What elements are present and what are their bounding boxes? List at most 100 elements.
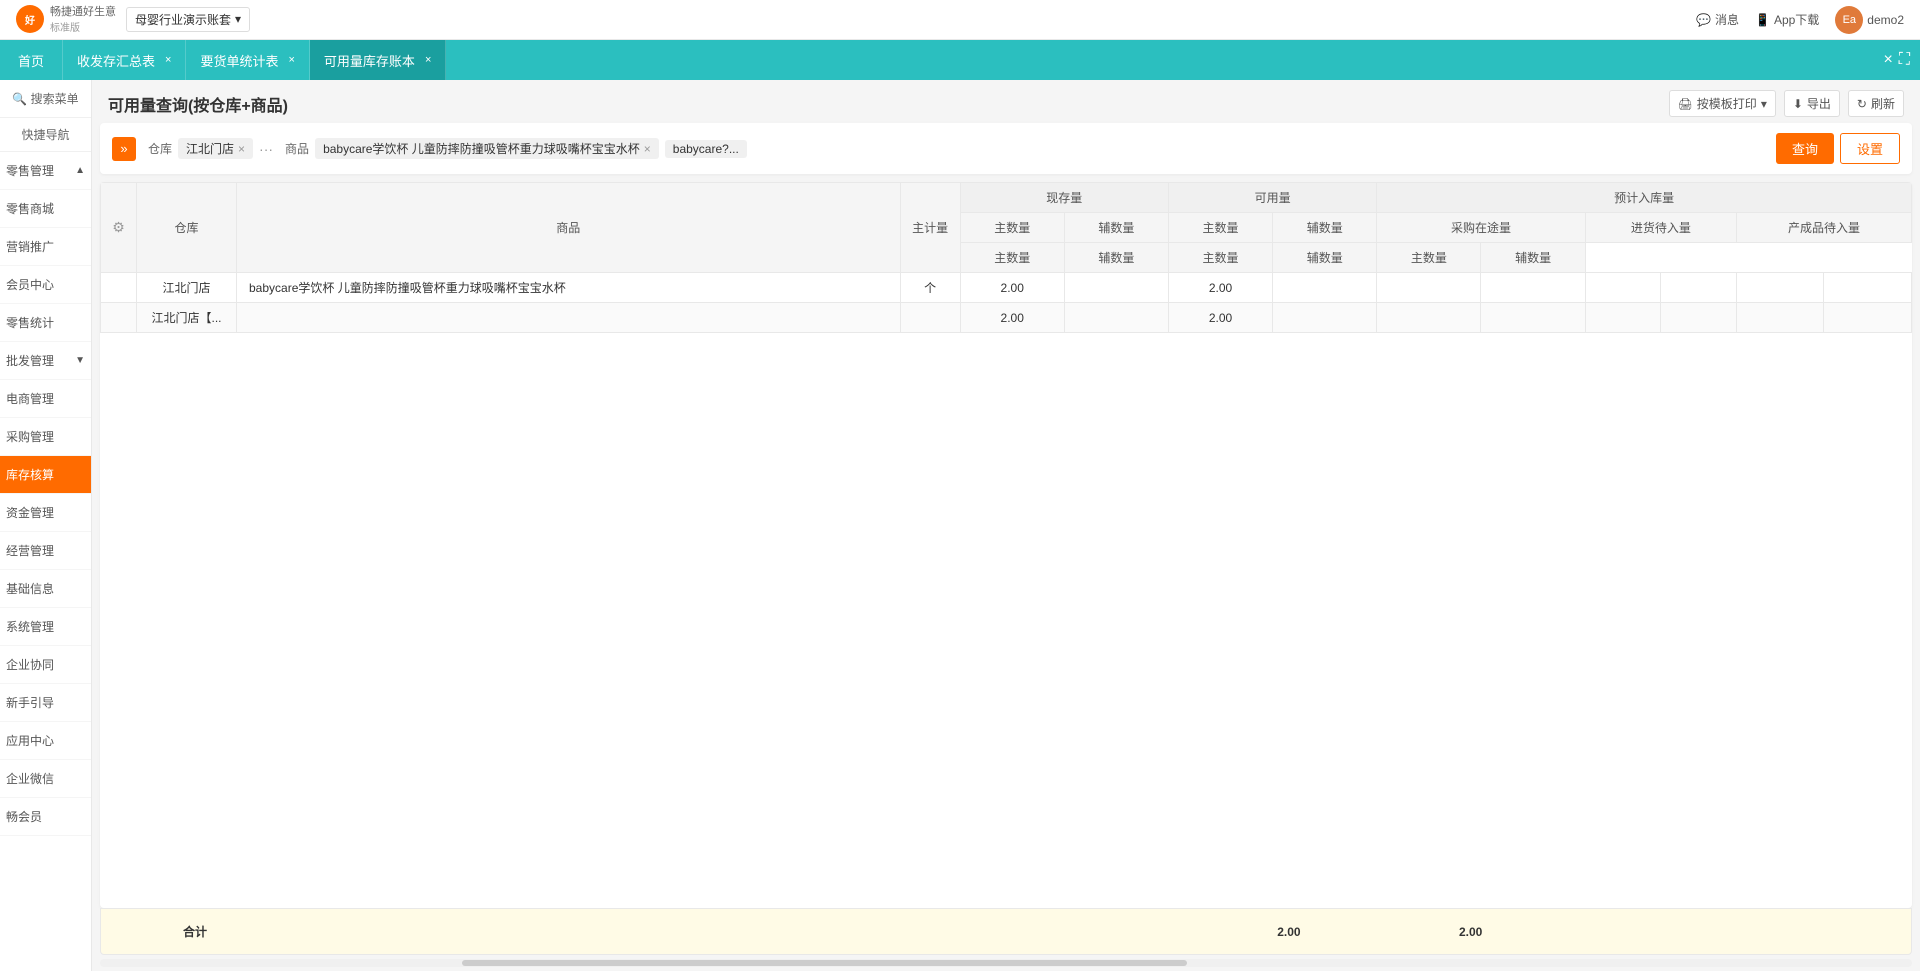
table-body: 江北门店 babycare学饮杯 儿童防摔防撞吸管杯重力球吸嘴杯宝宝水杯 个 2… [101,273,1912,333]
th-delivery-main: 主数量 [1168,243,1272,273]
filter-expand-btn[interactable]: » [112,137,136,161]
table-row: 江北门店【... 2.00 2.00 [101,303,1912,333]
th-purchase-aux: 辅数量 [1064,243,1168,273]
sidebar-item-finance[interactable]: 资金管理 [0,494,91,532]
app-download-btn[interactable]: 📱 App下载 [1755,11,1819,28]
sidebar-item-operations[interactable]: 经营管理 [0,532,91,570]
sidebar-item-operations-label: 经营管理 [6,542,54,559]
product-tag-1-remove[interactable]: × [644,142,651,156]
app-icon: 📱 [1755,13,1770,27]
page-actions: 🖨 按模板打印 ▾ ⬇ 导出 ↻ 刷新 [1669,90,1904,117]
product-tag-2[interactable]: babycare?... [665,140,747,158]
footer-label: 合计 [145,917,245,946]
gear-icon[interactable]: ⚙ [112,219,125,235]
user-area[interactable]: Ea demo2 [1835,6,1904,34]
horizontal-scrollbar[interactable] [100,959,1912,967]
cell-delivery-aux [1661,273,1737,303]
th-purchase-main: 主数量 [960,243,1064,273]
chevron-down-icon: ▾ [1761,97,1767,111]
th-current-aux: 辅数量 [1064,213,1168,243]
cell-purchase-aux [1481,303,1585,333]
warehouse-filter-more[interactable]: ··· [259,141,273,157]
logo-text-block: 畅捷通好生意 标准版 [50,5,116,34]
sidebar-item-enterprise-wechat[interactable]: 企业微信 [0,760,91,798]
page-header: 可用量查询(按仓库+商品) 🖨 按模板打印 ▾ ⬇ 导出 ↻ 刷新 [92,80,1920,123]
cell-product-main [1737,303,1824,333]
cell-warehouse: 江北门店【... [137,303,237,333]
sidebar-item-new-guide[interactable]: 新手引导 [0,684,91,722]
avatar: Ea [1835,6,1863,34]
footer-current-main: 2.00 [1224,917,1353,946]
sidebar-item-inventory-label: 库存核算 [6,466,54,483]
cell-delivery-aux [1661,303,1737,333]
tab-inventory-summary[interactable]: 收发存汇总表 × [63,40,186,80]
tab-inventory-summary-close[interactable]: × [165,54,171,66]
sidebar-item-marketing-label: 营销推广 [6,238,54,255]
sidebar-item-system[interactable]: 系统管理 [0,608,91,646]
tab-order-stats-close[interactable]: × [288,54,294,66]
sidebar-item-inventory[interactable]: 库存核算 [0,456,91,494]
tab-order-stats-label: 要货单统计表 [200,51,278,70]
warehouse-tag[interactable]: 江北门店 × [178,138,253,159]
expand-arrow-icon: ▲ [75,165,85,176]
template-print-btn[interactable]: 🖨 按模板打印 ▾ [1669,90,1776,117]
settings-button[interactable]: 设置 [1840,133,1900,164]
logo-name: 畅捷通好生意 [50,5,116,19]
product-tag-1[interactable]: babycare学饮杯 儿童防摔防撞吸管杯重力球吸嘴杯宝宝水杯 × [315,138,659,159]
sidebar-item-app-center[interactable]: 应用中心 [0,722,91,760]
username: demo2 [1867,13,1904,27]
product-filter: 商品 babycare学饮杯 儿童防摔防撞吸管杯重力球吸嘴杯宝宝水杯 × bab… [285,138,747,159]
export-btn[interactable]: ⬇ 导出 [1784,90,1840,117]
th-product-main: 主数量 [1377,243,1481,273]
sidebar-item-member-center[interactable]: 会员中心 [0,266,91,304]
nav-right: × ⛶ [1883,40,1920,80]
th-gear[interactable]: ⚙ [101,183,137,273]
th-product: 商品 [237,183,901,273]
tab-home-label: 首页 [18,51,44,70]
tab-available-inventory-close[interactable]: × [425,54,431,66]
th-current-main: 主数量 [960,213,1064,243]
industry-select[interactable]: 母婴行业演示账套 ▾ [126,7,250,32]
app-download-label: App下载 [1774,11,1819,28]
warehouse-tag-remove[interactable]: × [238,142,245,156]
sidebar-item-marketing[interactable]: 营销推广 [0,228,91,266]
expand-icon: » [120,141,127,156]
fullscreen-btn[interactable]: ⛶ [1899,51,1910,69]
sidebar-item-retail-mgmt[interactable]: 零售管理 ▲ [0,152,91,190]
query-button[interactable]: 查询 [1776,133,1834,164]
cell-current-main: 2.00 [960,273,1064,303]
th-warehouse: 仓库 [137,183,237,273]
sidebar-search[interactable]: 🔍 搜索菜单 [0,80,91,118]
message-label: 消息 [1715,11,1739,28]
cell-product [237,303,901,333]
sidebar-item-retail-mall-label: 零售商城 [6,200,54,217]
sidebar-item-wholesale-mgmt[interactable]: 批发管理 ▼ [0,342,91,380]
sidebar-quick-nav[interactable]: 快捷导航 [0,118,91,152]
top-bar: 好 畅捷通好生意 标准版 母婴行业演示账套 ▾ 💬 消息 📱 App下载 Ea … [0,0,1920,40]
sidebar-item-basic-info-label: 基础信息 [6,580,54,597]
th-group-available: 可用量 [1168,183,1376,213]
tab-home[interactable]: 首页 [0,40,63,80]
tab-order-stats[interactable]: 要货单统计表 × [186,40,309,80]
sidebar-item-vip[interactable]: 畅会员 [0,798,91,836]
scrollbar-thumb[interactable] [462,960,1187,966]
sidebar-item-retail-mall[interactable]: 零售商城 [0,190,91,228]
refresh-btn[interactable]: ↻ 刷新 [1848,90,1904,117]
refresh-label: 刷新 [1871,95,1895,112]
inventory-table: ⚙ 仓库 商品 主计量 现存量 可用量 预计入库量 主数量 辅数量 主数量 辅数… [100,182,1912,333]
export-label: 导出 [1807,95,1831,112]
sidebar-item-vip-label: 畅会员 [6,808,42,825]
cell-purchase-main [1377,273,1481,303]
sidebar-item-enterprise-collab[interactable]: 企业协同 [0,646,91,684]
message-btn[interactable]: 💬 消息 [1696,11,1739,28]
close-all-tabs-btn[interactable]: × [1883,51,1892,69]
th-purchase-in: 采购在途量 [1377,213,1585,243]
sidebar-item-purchase[interactable]: 采购管理 [0,418,91,456]
warehouse-tag-value: 江北门店 [186,140,234,157]
tab-available-inventory[interactable]: 可用量库存账本 × [310,40,446,80]
sidebar-item-basic-info[interactable]: 基础信息 [0,570,91,608]
sidebar-item-ecommerce[interactable]: 电商管理 [0,380,91,418]
top-bar-left: 好 畅捷通好生意 标准版 母婴行业演示账套 ▾ [16,5,250,34]
sidebar-item-retail-stats[interactable]: 零售统计 [0,304,91,342]
cell-delivery-main [1585,273,1661,303]
